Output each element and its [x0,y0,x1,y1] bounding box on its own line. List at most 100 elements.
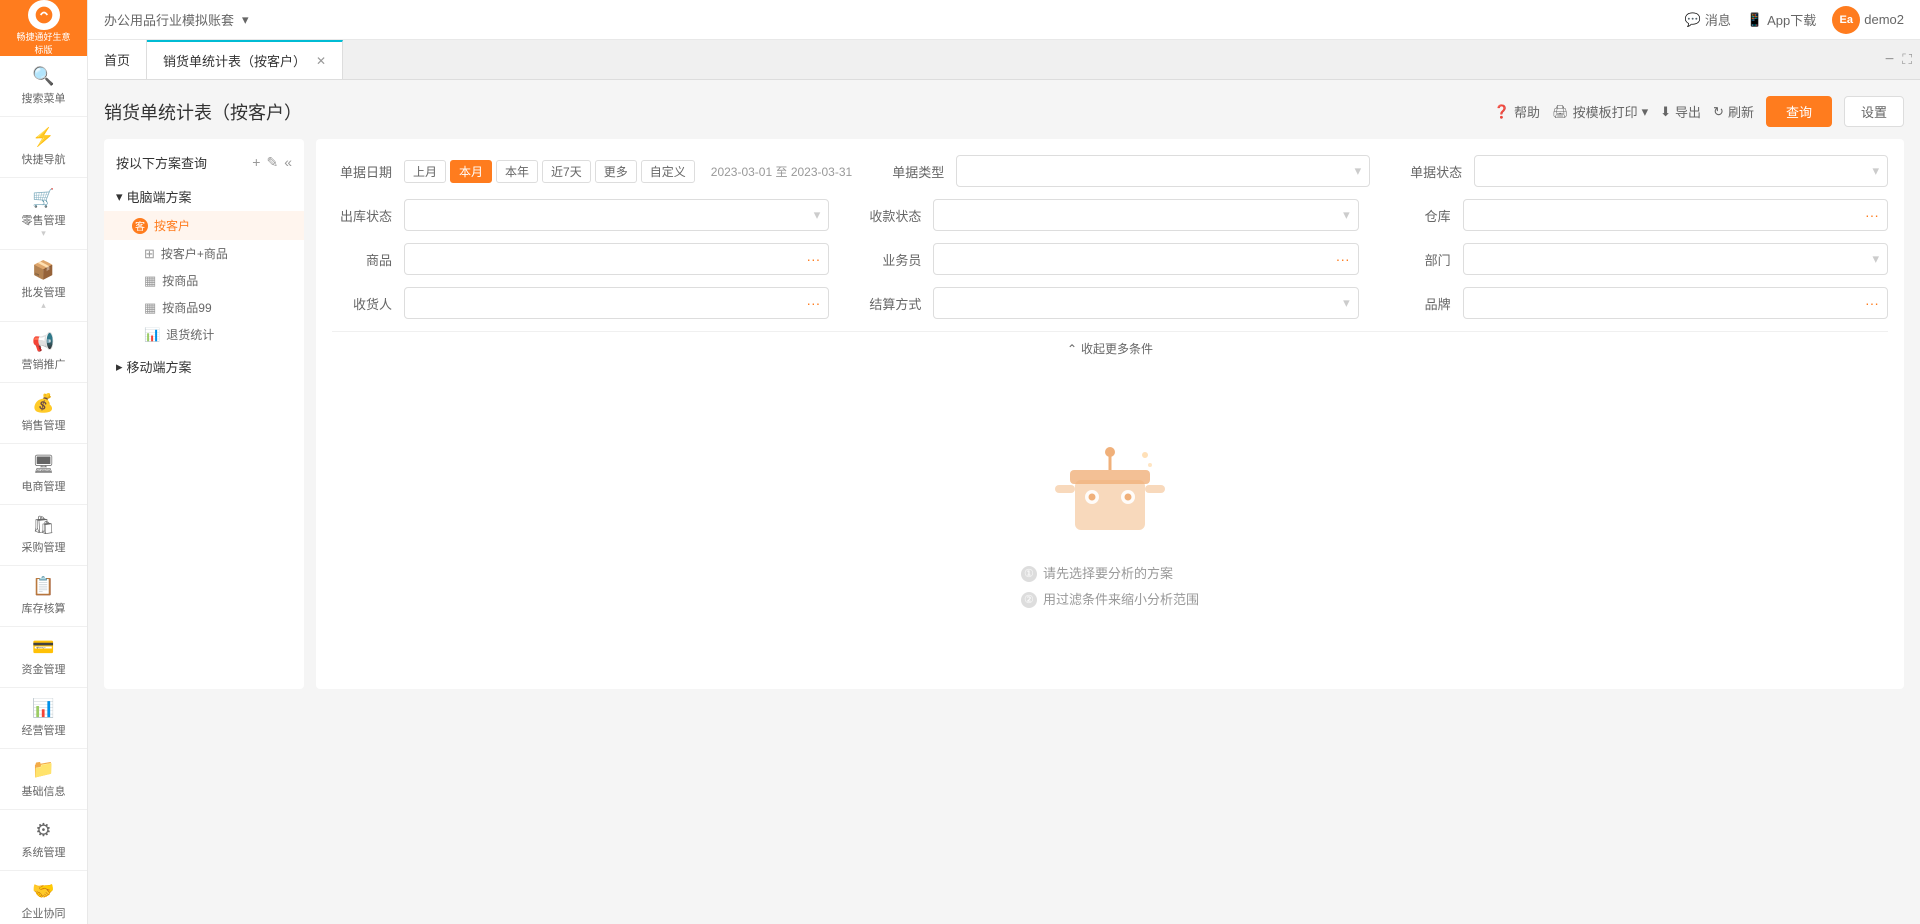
scheme-return-stats[interactable]: 📊 退货统计 [104,321,304,348]
sidebar-item-finance[interactable]: 💳 资金管理 [0,627,87,688]
message-icon: 💬 [1685,12,1701,28]
brand-input[interactable]: ··· [1463,287,1888,319]
date-btn-more[interactable]: 更多 [595,160,637,183]
tab-close-icon[interactable]: ✕ [316,54,326,68]
collapse-bar[interactable]: ⌃ 收起更多条件 [332,331,1888,365]
export-button[interactable]: ⬇ 导出 [1660,102,1701,121]
date-btn-this-month[interactable]: 本月 [450,160,492,183]
delivery-status-chevron-icon: ▾ [814,207,821,223]
sidebar-item-search[interactable]: 🔍 搜索菜单 [0,56,87,117]
tab-home[interactable]: 首页 [88,40,147,79]
sales-icon: 💰 [32,393,54,414]
delivery-status-select[interactable]: ▾ [404,199,829,231]
add-scheme-icon[interactable]: + [252,154,260,171]
goods-input[interactable]: ··· [404,243,829,275]
department-select[interactable]: ▾ [1463,243,1888,275]
by-customer-icon: 客 [132,218,148,234]
sidebar-item-finance-label: 资金管理 [22,661,66,677]
settings-button[interactable]: 设置 [1844,96,1904,127]
message-action[interactable]: 💬 消息 [1685,10,1731,29]
recipient-label: 收货人 [332,294,392,313]
order-type-select[interactable]: ▾ [956,155,1370,187]
refresh-icon: ↻ [1713,104,1724,120]
date-btn-custom[interactable]: 自定义 [641,160,695,183]
query-button[interactable]: 查询 [1766,96,1832,127]
print-icon: 🖨 [1552,104,1569,120]
scheme-by-customer-goods[interactable]: ⊞ 按客户+商品 [104,240,304,267]
warehouse-input[interactable]: ··· [1463,199,1888,231]
desktop-expand-icon: ▾ [116,189,123,205]
tab-minimize-icon[interactable]: − [1885,51,1894,69]
template-print-label: 按模板打印 [1573,102,1638,121]
mobile-section-header[interactable]: ▸ 移动端方案 [104,352,304,381]
app-download-action[interactable]: 📱 App下载 [1747,10,1816,29]
sidebar-item-enterprise[interactable]: 🤝 企业协同 [0,871,87,924]
salesperson-input[interactable]: ··· [933,243,1358,275]
goods-label: 商品 [332,250,392,269]
tip-1-text: 请先选择要分析的方案 [1043,561,1173,587]
sidebar-item-sales[interactable]: 💰 销售管理 [0,383,87,444]
scheme-by-customer[interactable]: 客 按客户 [104,211,304,240]
inventory-icon: 📋 [32,576,54,597]
sidebar-item-inventory[interactable]: 📋 库存核算 [0,566,87,627]
department-label: 部门 [1391,250,1451,269]
sidebar-item-marketing[interactable]: 📢 营销推广 [0,322,87,383]
sidebar-item-purchase[interactable]: 🛍 采购管理 [0,505,87,566]
operations-icon: 📊 [32,698,54,719]
app-download-label: App下载 [1767,10,1816,29]
right-panel: 单据日期 上月 本月 本年 近7天 更多 自定义 2023-03-01 至 20… [316,139,1904,689]
user-action[interactable]: Ea demo2 [1832,6,1904,34]
mobile-section-label: 移动端方案 [127,357,192,376]
desktop-section-header[interactable]: ▾ 电脑端方案 [104,182,304,211]
refresh-button[interactable]: ↻ 刷新 [1713,102,1754,121]
edit-scheme-icon[interactable]: ✎ [266,154,278,171]
marketing-icon: 📢 [32,332,54,353]
sidebar-item-quicknav[interactable]: ⚡ 快捷导航 [0,117,87,178]
payment-status-select[interactable]: ▾ [933,199,1358,231]
sidebar-item-basics[interactable]: 📁 基础信息 [0,749,87,810]
date-btn-last-month[interactable]: 上月 [404,160,446,183]
ecommerce-icon: 🖥 [32,454,55,475]
help-button[interactable]: ❓ 帮助 [1494,102,1540,121]
order-type-label: 单据类型 [884,162,944,181]
tip-2-icon: ② [1021,592,1037,608]
date-btn-this-year[interactable]: 本年 [496,160,538,183]
panel-title: 按以下方案查询 [116,153,207,172]
sidebar-item-ecommerce[interactable]: 🖥 电商管理 [0,444,87,505]
by-goods-icon: ▦ [144,273,156,289]
sidebar-item-basics-label: 基础信息 [22,783,66,799]
export-label: 导出 [1675,102,1701,121]
settlement-label: 结算方式 [861,294,921,313]
template-print-button[interactable]: 🖨 按模板打印 ▾ [1552,102,1648,121]
sidebar-item-retail[interactable]: 🛒 零售管理 ▾ [0,178,87,250]
desktop-section: ▾ 电脑端方案 客 按客户 ⊞ 按客户+商品 ▦ 按商品 [104,182,304,348]
collapse-panel-icon[interactable]: « [284,154,292,171]
message-label: 消息 [1705,10,1731,29]
filter-row-2: 出库状态 ▾ 收款状态 ▾ 仓库 ··· [332,199,1888,231]
return-stats-label: 退货统计 [166,326,214,343]
sidebar-item-operations[interactable]: 📊 经营管理 [0,688,87,749]
sidebar-item-search-label: 搜索菜单 [22,90,66,106]
help-icon: ❓ [1494,104,1510,120]
order-type-chevron-icon: ▾ [1355,163,1362,179]
date-btn-last-7days[interactable]: 近7天 [542,160,591,183]
order-status-select[interactable]: ▾ [1474,155,1888,187]
breadcrumb-text: 办公用品行业模拟账套 [104,10,234,29]
breadcrumb-chevron-icon: ▾ [242,12,249,28]
scheme-by-goods-99[interactable]: ▦ 按商品99 [104,294,304,321]
payment-status-label: 收款状态 [861,206,921,225]
filter-row-1: 单据日期 上月 本月 本年 近7天 更多 自定义 2023-03-01 至 20… [332,155,1888,187]
collapse-chevron-icon: ⌃ [1067,342,1077,356]
tab-sales-stats[interactable]: 销货单统计表（按客户） ✕ [147,40,343,79]
sidebar-item-wholesale[interactable]: 📦 批发管理 ▴ [0,250,87,322]
tab-maximize-icon[interactable]: ⛶ [1902,51,1912,68]
recipient-input[interactable]: ··· [404,287,829,319]
sidebar-item-system[interactable]: ⚙ 系统管理 [0,810,87,871]
settlement-select[interactable]: ▾ [933,287,1358,319]
tab-bar: 首页 销货单统计表（按客户） ✕ − ⛶ [88,40,1920,80]
by-customer-goods-label: 按客户+商品 [161,245,228,262]
avatar: Ea [1832,6,1860,34]
order-status-label: 单据状态 [1402,162,1462,181]
app-name: 畅捷通好生意 [16,32,70,43]
scheme-by-goods[interactable]: ▦ 按商品 [104,267,304,294]
